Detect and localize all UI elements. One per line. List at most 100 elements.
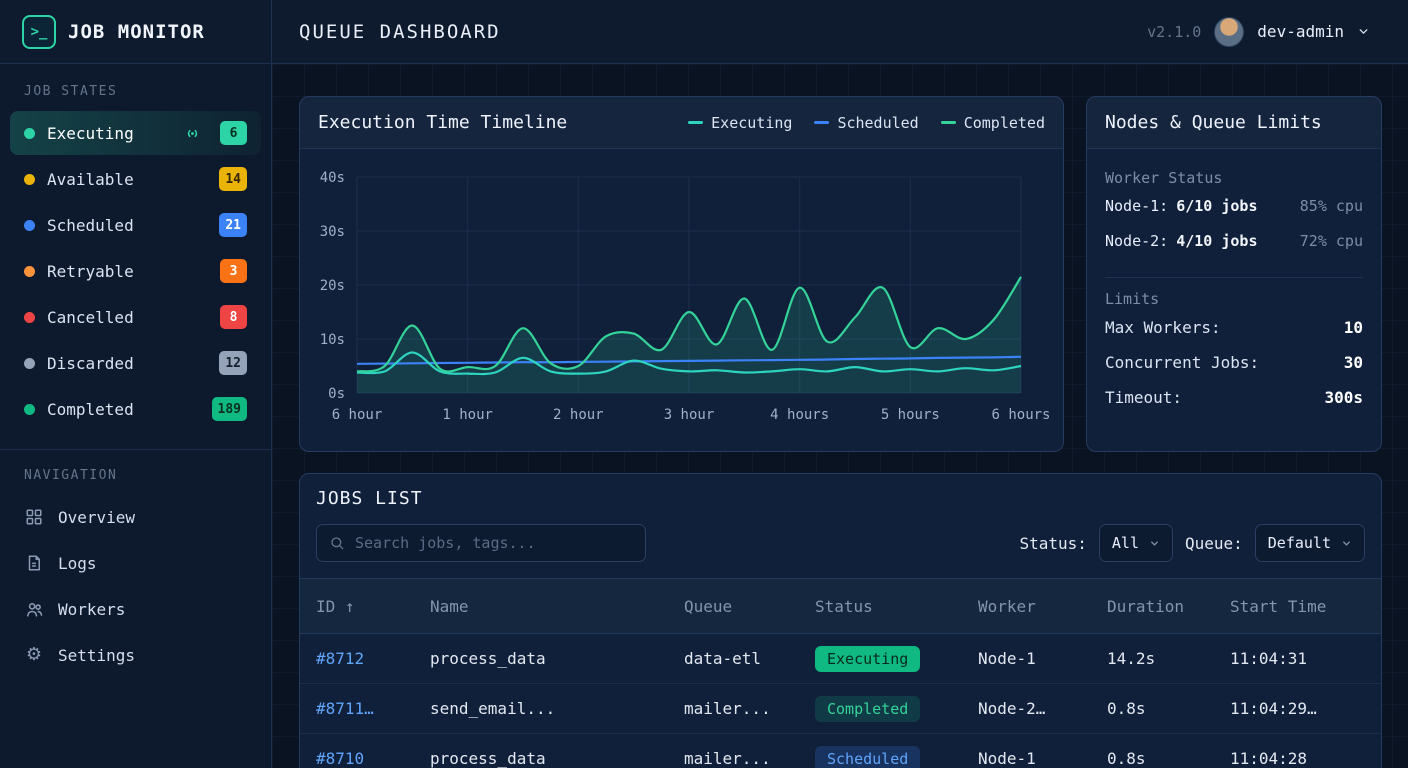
job-start-time: 11:04:29… bbox=[1230, 699, 1317, 718]
status-dot bbox=[24, 311, 35, 323]
state-label: Discarded bbox=[47, 353, 134, 373]
table-row[interactable]: #8712 process_data data-etl Executing No… bbox=[300, 634, 1381, 684]
limit-label: Concurrent Jobs: bbox=[1105, 353, 1260, 372]
svg-text:1 hour: 1 hour bbox=[442, 407, 493, 423]
nodes-card: Nodes & Queue Limits Worker Status Node-… bbox=[1086, 96, 1382, 452]
chart-legend: Executing Scheduled Completed bbox=[688, 114, 1045, 132]
column-header-start-time[interactable]: Start Time bbox=[1230, 597, 1381, 616]
status-filter-select[interactable]: All bbox=[1098, 524, 1173, 562]
chevron-down-icon[interactable] bbox=[1357, 25, 1370, 38]
sidebar-item-workers[interactable]: Workers bbox=[10, 587, 261, 631]
timeline-card: Execution Time Timeline Executing Schedu… bbox=[299, 96, 1064, 452]
filters: Status: All Queue: Default bbox=[1019, 524, 1365, 562]
column-header-duration[interactable]: Duration bbox=[1107, 597, 1230, 616]
sidebar-item-executing[interactable]: Executing 6 bbox=[10, 111, 261, 155]
column-header-worker[interactable]: Worker bbox=[978, 597, 1107, 616]
status-filter-label: Status: bbox=[1019, 533, 1087, 553]
node-cpu: 72% cpu bbox=[1299, 232, 1363, 250]
search-input[interactable] bbox=[355, 534, 633, 552]
nav-label: Settings bbox=[58, 645, 136, 665]
search-box[interactable] bbox=[316, 524, 646, 562]
svg-text:2 hour: 2 hour bbox=[553, 407, 604, 423]
svg-text:5 hours: 5 hours bbox=[881, 407, 940, 423]
state-label: Executing bbox=[47, 123, 134, 143]
job-name: process_data bbox=[430, 749, 546, 768]
users-icon bbox=[24, 600, 44, 619]
status-dot bbox=[24, 127, 35, 139]
column-header-name[interactable]: Name bbox=[430, 597, 684, 616]
table-row[interactable]: #8710 process_data mailer... Scheduled N… bbox=[300, 734, 1381, 768]
timeline-card-header: Execution Time Timeline Executing Schedu… bbox=[300, 97, 1063, 149]
svg-text:20s: 20s bbox=[320, 278, 345, 294]
count-badge: 189 bbox=[211, 397, 247, 421]
sidebar-item-discarded[interactable]: Discarded 12 bbox=[10, 341, 261, 385]
job-duration: 0.8s bbox=[1107, 699, 1146, 718]
limit-label: Timeout: bbox=[1105, 388, 1183, 407]
job-queue: data-etl bbox=[684, 649, 762, 668]
state-label: Completed bbox=[47, 399, 134, 419]
count-badge: 6 bbox=[220, 121, 247, 145]
avatar[interactable] bbox=[1214, 16, 1245, 47]
queue-filter-select[interactable]: Default bbox=[1254, 524, 1365, 562]
jobs-toolbar: Status: All Queue: Default bbox=[300, 522, 1381, 578]
brand: >_ JOB MONITOR bbox=[0, 0, 272, 63]
table-header-row: ID ↑ Name Queue Status Worker Duration S… bbox=[300, 578, 1381, 634]
node-name: Node-2: bbox=[1105, 232, 1169, 250]
limits-title: Limits bbox=[1105, 290, 1160, 308]
svg-text:3 hour: 3 hour bbox=[664, 407, 715, 423]
sidebar-item-overview[interactable]: Overview bbox=[10, 495, 261, 539]
version-label: v2.1.0 bbox=[1147, 22, 1202, 41]
svg-text:4 hours: 4 hours bbox=[770, 407, 829, 423]
node-jobs: 4/10 jobs bbox=[1176, 232, 1258, 250]
count-badge: 3 bbox=[220, 259, 247, 283]
status-badge: Completed bbox=[815, 695, 921, 722]
column-header-status[interactable]: Status bbox=[815, 597, 978, 616]
legend-scheduled: Scheduled bbox=[814, 113, 919, 132]
node-jobs: 6/10 jobs bbox=[1176, 197, 1258, 215]
legend-label: Executing bbox=[711, 113, 793, 132]
timeline-title: Execution Time Timeline bbox=[318, 112, 568, 133]
legend-dash-icon bbox=[814, 121, 830, 124]
worker-status-title: Worker Status bbox=[1105, 169, 1223, 187]
sidebar-item-logs[interactable]: Logs bbox=[10, 541, 261, 585]
broadcast-icon bbox=[183, 124, 202, 143]
status-dot bbox=[24, 219, 35, 231]
job-id-link[interactable]: #8710 bbox=[316, 749, 430, 768]
table-row[interactable]: #8711… send_email... mailer... Completed… bbox=[300, 684, 1381, 734]
sidebar-item-cancelled[interactable]: Cancelled 8 bbox=[10, 295, 261, 339]
page-title: QUEUE DASHBOARD bbox=[299, 20, 501, 43]
nav-label: Overview bbox=[58, 507, 136, 527]
count-badge: 8 bbox=[220, 305, 247, 329]
sidebar-item-completed[interactable]: Completed 189 bbox=[10, 387, 261, 431]
topbar-right: v2.1.0 dev-admin bbox=[1147, 16, 1408, 47]
column-header-queue[interactable]: Queue bbox=[684, 597, 815, 616]
main-content: Execution Time Timeline Executing Schedu… bbox=[272, 64, 1408, 768]
app-root: >_ JOB MONITOR QUEUE DASHBOARD v2.1.0 de… bbox=[0, 0, 1408, 768]
nodes-body: Worker Status Node-1: 6/10 jobs 85% cpu … bbox=[1087, 149, 1381, 423]
job-worker: Node-1 bbox=[978, 649, 1036, 668]
sidebar-item-settings[interactable]: ⚙ Settings bbox=[10, 633, 261, 677]
column-header-id[interactable]: ID ↑ bbox=[316, 597, 430, 616]
legend-dash-icon bbox=[940, 121, 956, 124]
node-status-row: Node-2: 4/10 jobs 72% cpu bbox=[1105, 232, 1363, 267]
status-badge: Executing bbox=[815, 645, 921, 672]
job-states-title: JOB STATES bbox=[24, 84, 118, 99]
state-label: Cancelled bbox=[47, 307, 134, 327]
svg-text:6 hour: 6 hour bbox=[332, 407, 383, 423]
sidebar-item-available[interactable]: Available 14 bbox=[10, 157, 261, 201]
job-status: Executing bbox=[815, 645, 978, 672]
job-queue: mailer... bbox=[684, 699, 771, 718]
divider bbox=[0, 449, 271, 450]
sidebar-item-scheduled[interactable]: Scheduled 21 bbox=[10, 203, 261, 247]
job-name: send_email... bbox=[430, 699, 556, 718]
limit-label: Max Workers: bbox=[1105, 318, 1221, 337]
svg-text:40s: 40s bbox=[320, 170, 345, 186]
job-id-link[interactable]: #8711… bbox=[316, 699, 430, 718]
job-id-link[interactable]: #8712 bbox=[316, 649, 430, 668]
sidebar-item-retryable[interactable]: Retryable 3 bbox=[10, 249, 261, 293]
legend-label: Scheduled bbox=[837, 113, 919, 132]
status-dot bbox=[24, 173, 35, 185]
chevron-down-icon bbox=[1341, 538, 1352, 549]
state-label: Retryable bbox=[47, 261, 134, 281]
job-name: process_data bbox=[430, 649, 546, 668]
